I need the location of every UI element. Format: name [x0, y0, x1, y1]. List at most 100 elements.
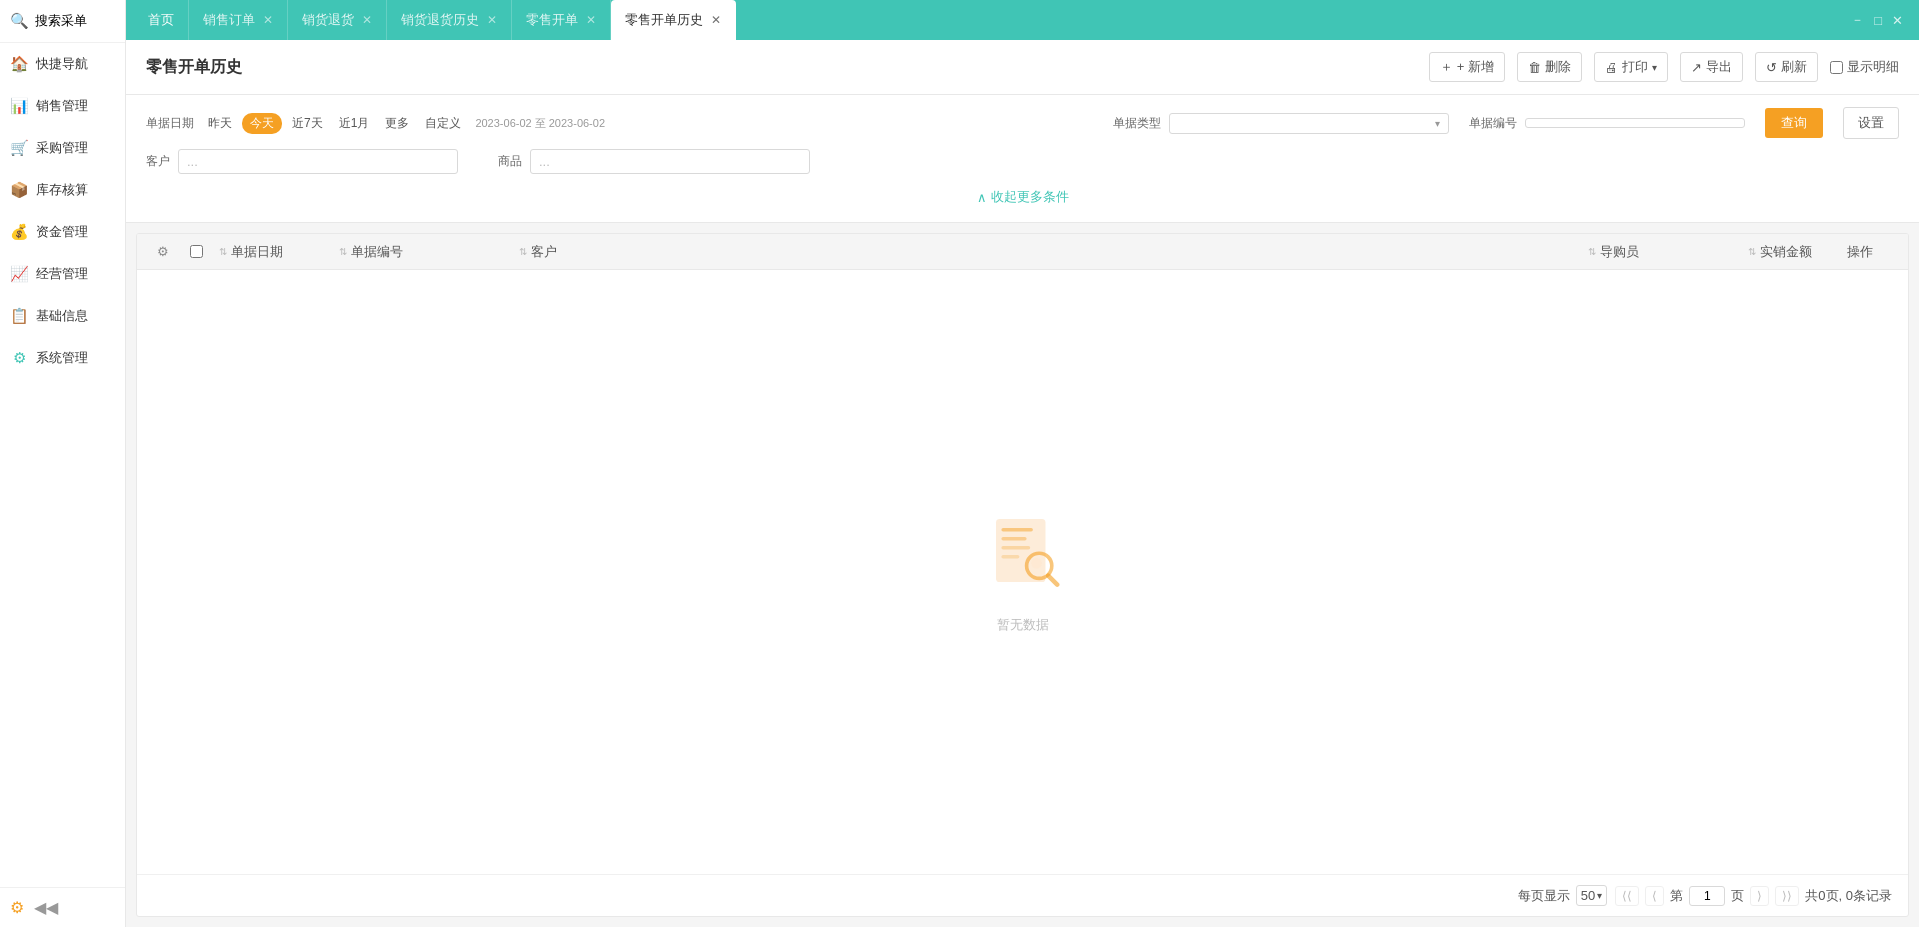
tab-sales-order[interactable]: 销售订单 ✕ [189, 0, 288, 40]
svg-rect-3 [1001, 546, 1030, 550]
doc-no-filter-group: 单据编号 [1469, 115, 1745, 132]
tab-sales-return-history[interactable]: 销货退货历史 ✕ [387, 0, 512, 40]
tab-bar: 首页 销售订单 ✕ 销货退货 ✕ 销货退货历史 ✕ 零售开单 ✕ 零售开单历史 … [126, 0, 1919, 40]
empty-illustration [978, 510, 1068, 600]
col-amount-label: 实销金额 [1760, 243, 1812, 261]
tab-retail-open[interactable]: 零售开单 ✕ [512, 0, 611, 40]
tab-close-active-icon[interactable]: ✕ [711, 13, 721, 27]
tab-sales-return-history-label: 销货退货历史 [401, 11, 479, 29]
next-page-button[interactable]: ⟩ [1750, 886, 1769, 906]
page-size-select[interactable]: 50 ▾ [1576, 885, 1607, 906]
operation-icon: 📈 [10, 265, 28, 283]
export-button[interactable]: ↗ 导出 [1680, 52, 1743, 82]
tab-close-icon[interactable]: ✕ [487, 13, 497, 27]
tab-retail-open-history[interactable]: 零售开单历史 ✕ [611, 0, 736, 40]
maximize-icon[interactable]: □ [1874, 13, 1882, 28]
query-button[interactable]: 查询 [1765, 108, 1823, 138]
doc-type-label: 单据类型 [1113, 115, 1161, 132]
select-all-checkbox[interactable] [181, 245, 211, 258]
sidebar-item-basic-info[interactable]: 📋 基础信息 [0, 295, 125, 337]
refresh-button[interactable]: ↺ 刷新 [1755, 52, 1818, 82]
show-detail-checkbox[interactable] [1830, 61, 1843, 74]
collapse-filter-label: 收起更多条件 [991, 188, 1069, 206]
tab-sales-return[interactable]: 销货退货 ✕ [288, 0, 387, 40]
collapse-sidebar-icon[interactable]: ◀◀ [34, 898, 58, 917]
pagination: 每页显示 50 ▾ ⟨⟨ ⟨ 第 页 ⟩ ⟩⟩ 共0页, 0条记录 [137, 874, 1908, 916]
shortcut-7days[interactable]: 近7天 [286, 113, 329, 134]
page-size-chevron-icon: ▾ [1597, 890, 1602, 901]
sidebar-item-inventory[interactable]: 📦 库存核算 [0, 169, 125, 211]
first-page-button[interactable]: ⟨⟨ [1615, 886, 1639, 906]
sidebar-item-finance[interactable]: 💰 资金管理 [0, 211, 125, 253]
show-detail-toggle[interactable]: 显示明细 [1830, 58, 1899, 76]
tab-sales-order-label: 销售订单 [203, 11, 255, 29]
delete-button[interactable]: 🗑 删除 [1517, 52, 1582, 82]
prev-page-button[interactable]: ⟨ [1645, 886, 1664, 906]
delete-label: 删除 [1545, 58, 1571, 76]
sort-icon: ⇅ [339, 246, 347, 257]
svg-point-7 [1031, 558, 1042, 569]
page-number-input[interactable] [1689, 886, 1725, 906]
col-header-salesperson[interactable]: ⇅ 导购员 [1580, 243, 1700, 261]
doc-type-select[interactable]: ▾ [1169, 113, 1449, 134]
goods-input[interactable]: ... [530, 149, 810, 174]
sidebar-item-label: 资金管理 [36, 223, 88, 241]
empty-state: 暂无数据 [137, 270, 1908, 874]
page-size-group: 每页显示 50 ▾ [1518, 885, 1607, 906]
search-menu-item[interactable]: 🔍 搜索采单 [0, 0, 125, 43]
refresh-label: 刷新 [1781, 58, 1807, 76]
doc-no-label: 单据编号 [1469, 115, 1517, 132]
shortcut-custom[interactable]: 自定义 [419, 113, 467, 134]
setting-button[interactable]: 设置 [1843, 107, 1899, 139]
header-checkbox[interactable] [190, 245, 203, 258]
customer-dots: ... [187, 154, 198, 169]
col-date-label: 单据日期 [231, 243, 283, 261]
last-page-button[interactable]: ⟩⟩ [1775, 886, 1799, 906]
sidebar-item-operation[interactable]: 📈 经营管理 [0, 253, 125, 295]
sidebar-item-label: 采购管理 [36, 139, 88, 157]
col-header-date[interactable]: ⇅ 单据日期 [211, 243, 331, 261]
settings-icon[interactable]: ⚙ [10, 898, 24, 917]
svg-rect-4 [1001, 555, 1019, 559]
shortcut-1month[interactable]: 近1月 [333, 113, 376, 134]
tab-close-icon[interactable]: ✕ [362, 13, 372, 27]
column-settings-icon[interactable]: ⚙ [145, 244, 181, 259]
tab-home-label: 首页 [148, 11, 174, 29]
shortcut-yesterday[interactable]: 昨天 [202, 113, 238, 134]
sidebar-item-label: 基础信息 [36, 307, 88, 325]
add-button[interactable]: ＋ + 新增 [1429, 52, 1505, 82]
print-label: 打印 [1622, 58, 1648, 76]
sidebar: 🔍 搜索采单 🏠 快捷导航 📊 销售管理 🛒 采购管理 📦 库存核算 💰 资金管… [0, 0, 126, 927]
search-icon: 🔍 [10, 12, 29, 30]
home-icon: 🏠 [10, 55, 28, 73]
date-filter-label: 单据日期 [146, 115, 194, 132]
export-label: 导出 [1706, 58, 1732, 76]
inventory-icon: 📦 [10, 181, 28, 199]
goods-filter-group: 商品 ... [498, 149, 810, 174]
col-header-docno[interactable]: ⇅ 单据编号 [331, 243, 511, 261]
delete-icon: 🗑 [1528, 60, 1541, 75]
sidebar-item-quick-nav[interactable]: 🏠 快捷导航 [0, 43, 125, 85]
col-header-customer[interactable]: ⇅ 客户 [511, 243, 1580, 261]
sidebar-item-system[interactable]: ⚙ 系统管理 [0, 337, 125, 379]
customer-input[interactable]: ... [178, 149, 458, 174]
print-button[interactable]: 🖨 打印 ▾ [1594, 52, 1668, 82]
refresh-icon: ↺ [1766, 60, 1777, 75]
sidebar-item-purchase-mgmt[interactable]: 🛒 采购管理 [0, 127, 125, 169]
tab-close-icon[interactable]: ✕ [263, 13, 273, 27]
sidebar-item-label: 库存核算 [36, 181, 88, 199]
minimize-icon[interactable]: － [1851, 11, 1864, 29]
collapse-filter-btn[interactable]: ∧ 收起更多条件 [146, 184, 1899, 210]
shortcut-today[interactable]: 今天 [242, 113, 282, 134]
tab-close-icon[interactable]: ✕ [586, 13, 596, 27]
sidebar-item-label: 快捷导航 [36, 55, 88, 73]
window-close-icon[interactable]: ✕ [1892, 13, 1903, 28]
date-shortcuts: 昨天 今天 近7天 近1月 更多 自定义 [202, 113, 467, 134]
search-label: 搜索采单 [35, 12, 87, 30]
col-header-amount[interactable]: ⇅ 实销金额 [1700, 243, 1820, 261]
shortcut-more[interactable]: 更多 [379, 113, 415, 134]
tab-home[interactable]: 首页 [134, 0, 189, 40]
doc-no-input[interactable] [1525, 118, 1745, 128]
page-unit: 页 [1731, 887, 1744, 905]
sidebar-item-sales-mgmt[interactable]: 📊 销售管理 [0, 85, 125, 127]
